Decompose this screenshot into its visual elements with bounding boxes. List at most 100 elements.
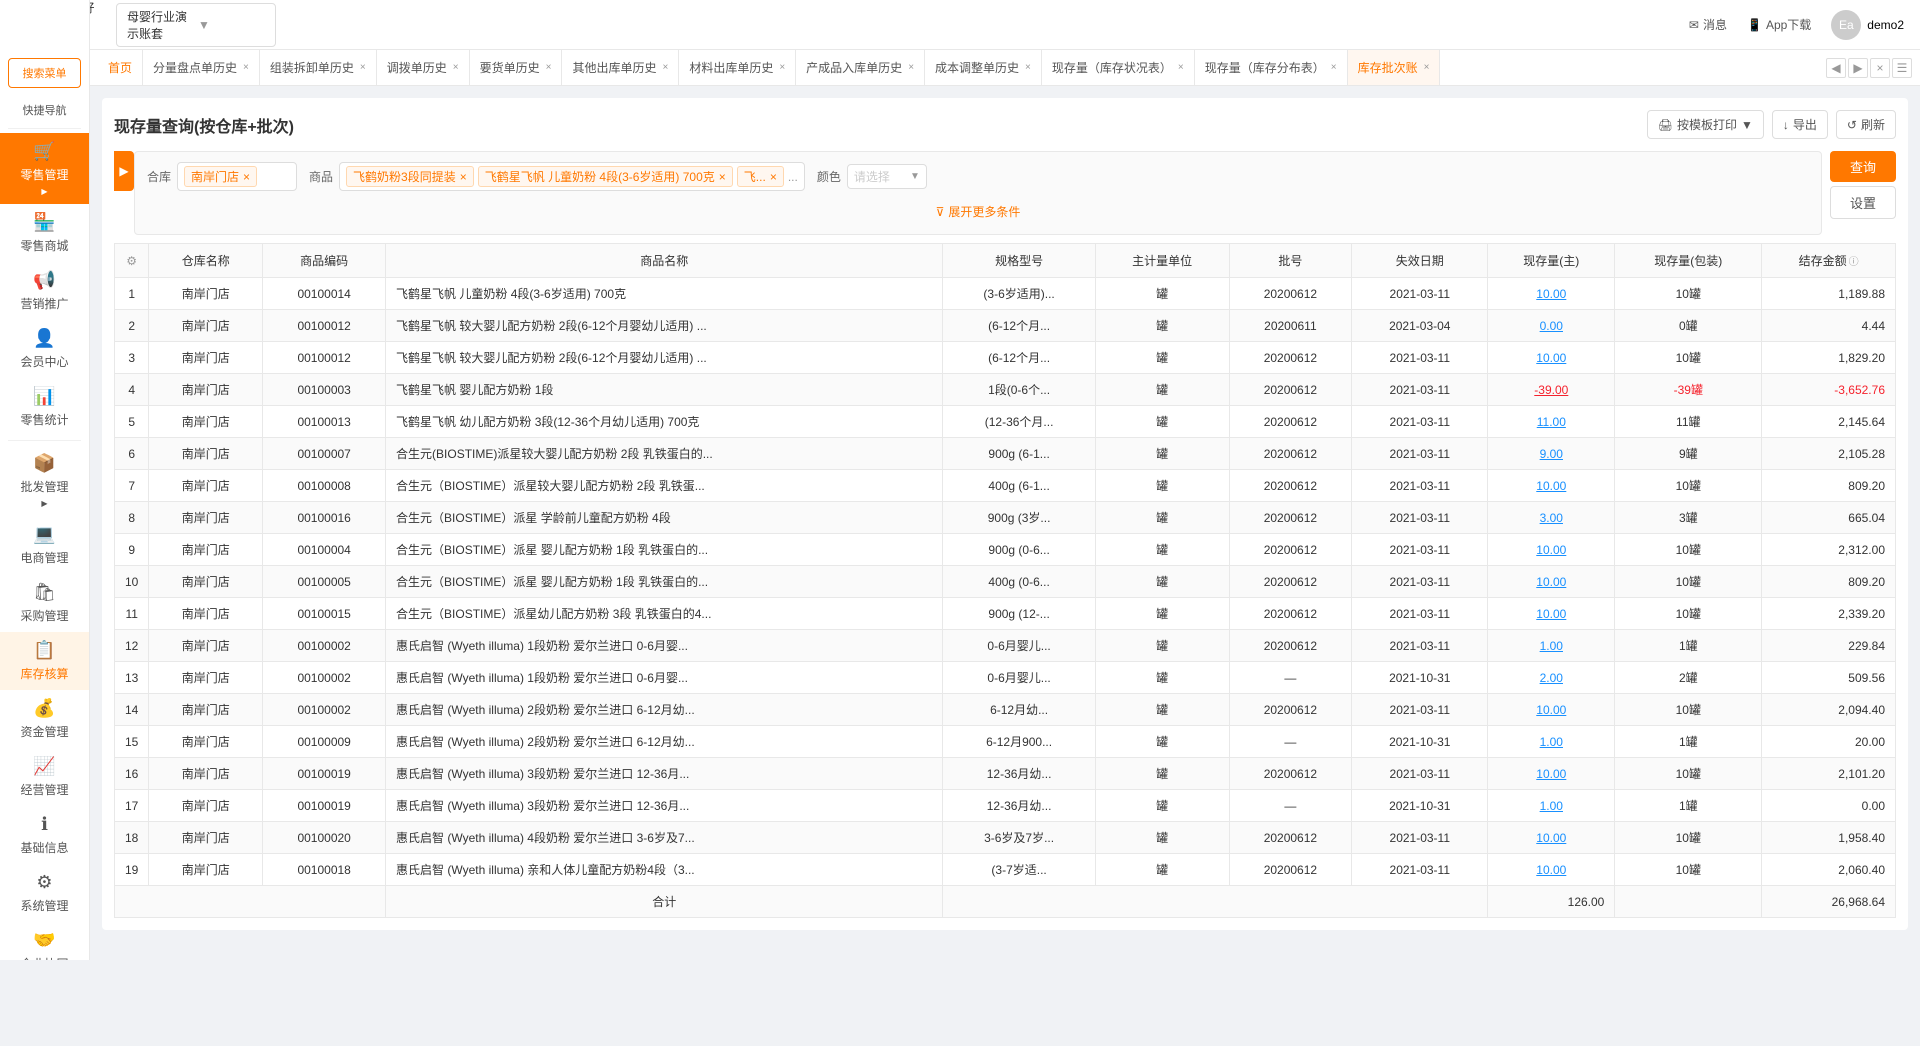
row-qty-main[interactable]: 10.00 — [1488, 566, 1615, 598]
close-icon[interactable]: × — [1424, 62, 1430, 73]
remove-product-tag-2-btn[interactable]: × — [719, 170, 726, 184]
tab-xiancunliang1[interactable]: 现存量（库存状况表） × — [1042, 50, 1195, 86]
product-tag-3[interactable]: 飞... × — [737, 166, 784, 187]
quick-nav-label[interactable]: 快捷导航 — [0, 96, 89, 124]
account-dropdown[interactable]: 母婴行业演示账套 ▼ — [116, 3, 276, 47]
print-btn[interactable]: 🖨 按模板打印 ▼ — [1647, 110, 1764, 139]
row-expiry: 2021-10-31 — [1352, 662, 1488, 694]
product-more-icon[interactable]: ... — [788, 170, 798, 184]
row-qty-main[interactable]: 10.00 — [1488, 758, 1615, 790]
balance-info-icon[interactable]: ⓘ — [1849, 257, 1859, 268]
sidebar-item-basic[interactable]: ℹ 基础信息 — [0, 806, 89, 864]
row-name: 飞鹤星飞帆 幼儿配方奶粉 3段(12-36个月幼儿适用) 700克 — [386, 406, 943, 438]
row-qty-main[interactable]: 1.00 — [1488, 726, 1615, 758]
row-qty-main[interactable]: 10.00 — [1488, 278, 1615, 310]
row-qty-main[interactable]: 10.00 — [1488, 470, 1615, 502]
sidebar-item-operation[interactable]: 📈 经营管理 — [0, 748, 89, 806]
row-qty-main[interactable]: 1.00 — [1488, 790, 1615, 822]
search-menu-btn[interactable]: 搜索菜单 — [8, 58, 81, 88]
close-icon[interactable]: × — [662, 62, 668, 73]
product-tag-container[interactable]: 飞鹤奶粉3段同提装 × 飞鹤星飞帆 儿童奶粉 4段(3-6岁适用) 700克 ×… — [339, 162, 805, 191]
close-icon[interactable]: × — [908, 62, 914, 73]
row-index: 4 — [115, 374, 149, 406]
sidebar-item-inventory[interactable]: 📋 库存核算 — [0, 632, 89, 690]
row-code: 00100002 — [263, 662, 386, 694]
product-tag-2[interactable]: 飞鹤星飞帆 儿童奶粉 4段(3-6岁适用) 700克 × — [478, 166, 733, 187]
purchase-icon: 🛍 — [33, 582, 56, 603]
row-qty-main[interactable]: 0.00 — [1488, 310, 1615, 342]
close-icon[interactable]: × — [1025, 62, 1031, 73]
expand-more-btn[interactable]: ⊽ 展开更多条件 — [147, 199, 1809, 224]
sidebar-item-marketing[interactable]: 📢 营销推广 — [0, 262, 89, 320]
row-warehouse: 南岸门店 — [149, 342, 263, 374]
app-download-btn[interactable]: 📱 App下载 — [1747, 16, 1811, 33]
row-qty-main[interactable]: 2.00 — [1488, 662, 1615, 694]
tab-diaobao[interactable]: 调拨单历史 × — [377, 50, 470, 86]
sidebar-item-ecommerce[interactable]: 💻 电商管理 — [0, 516, 89, 574]
tab-menu-btn[interactable]: ☰ — [1892, 58, 1912, 78]
sidebar-item-retail-shop[interactable]: 🏪 零售商城 — [0, 204, 89, 262]
row-qty-main[interactable]: -39.00 — [1488, 374, 1615, 406]
user-info[interactable]: Ea demo2 — [1831, 10, 1904, 40]
close-icon[interactable]: × — [453, 62, 459, 73]
close-icon[interactable]: × — [360, 62, 366, 73]
row-qty-main[interactable]: 10.00 — [1488, 822, 1615, 854]
tab-close-btn[interactable]: × — [1870, 58, 1890, 78]
export-btn[interactable]: ↓ 导出 — [1772, 110, 1828, 139]
close-icon[interactable]: × — [779, 62, 785, 73]
sidebar-item-member[interactable]: 👤 会员中心 — [0, 320, 89, 378]
remove-product-tag-3-btn[interactable]: × — [770, 170, 777, 184]
sidebar-item-retail[interactable]: 🛒 零售管理 ▶ — [0, 133, 89, 204]
tab-qitachuku[interactable]: 其他出库单历史 × — [562, 50, 679, 86]
row-qty-main[interactable]: 11.00 — [1488, 406, 1615, 438]
tab-prev-btn[interactable]: ◀ — [1826, 58, 1846, 78]
warehouse-filter: 合库 南岸门店 × — [147, 162, 297, 191]
row-code: 00100002 — [263, 694, 386, 726]
row-name: 合生元(BIOSTIME)派星较大婴儿配方奶粉 2段 乳铁蛋白的... — [386, 438, 943, 470]
close-icon[interactable]: × — [546, 62, 552, 73]
settings-icon[interactable]: ⚙ — [126, 254, 137, 268]
tab-kucun-pici[interactable]: 库存批次账 × — [1348, 50, 1441, 86]
tab-xiancunliang2[interactable]: 现存量（库存分布表） × — [1195, 50, 1348, 86]
tab-chengben[interactable]: 成本调整单历史 × — [925, 50, 1042, 86]
tab-chanpin[interactable]: 产成品入库单历史 × — [796, 50, 925, 86]
row-qty-main[interactable]: 10.00 — [1488, 694, 1615, 726]
tab-next-btn[interactable]: ▶ — [1848, 58, 1868, 78]
remove-product-tag-1-btn[interactable]: × — [460, 170, 467, 184]
row-qty-main[interactable]: 9.00 — [1488, 438, 1615, 470]
filter-toggle-btn[interactable]: ▶ — [114, 151, 134, 191]
tab-fenliang[interactable]: 分量盘点单历史 × — [143, 50, 260, 86]
row-qty-main[interactable]: 3.00 — [1488, 502, 1615, 534]
sidebar-item-system[interactable]: ⚙ 系统管理 — [0, 864, 89, 922]
close-icon[interactable]: × — [1331, 62, 1337, 73]
tab-zuzhuang[interactable]: 组装拆卸单历史 × — [260, 50, 377, 86]
row-batch: 20200612 — [1229, 566, 1352, 598]
query-btn[interactable]: 查询 — [1830, 151, 1896, 182]
message-btn[interactable]: ✉ 消息 — [1689, 16, 1727, 33]
sidebar-item-enterprise[interactable]: 🤝 企业协同 — [0, 922, 89, 960]
remove-warehouse-tag-btn[interactable]: × — [243, 170, 250, 184]
sidebar-item-wholesale[interactable]: 📦 批发管理 ▶ — [0, 445, 89, 516]
warehouse-tag-container[interactable]: 南岸门店 × — [177, 162, 297, 191]
col-settings[interactable]: ⚙ — [115, 244, 149, 278]
row-qty-main[interactable]: 10.00 — [1488, 534, 1615, 566]
close-icon[interactable]: × — [243, 62, 249, 73]
row-qty-main[interactable]: 10.00 — [1488, 854, 1615, 886]
sidebar-item-retail-stats[interactable]: 📊 零售统计 — [0, 378, 89, 436]
row-qty-main[interactable]: 10.00 — [1488, 342, 1615, 374]
sidebar-item-purchase[interactable]: 🛍 采购管理 — [0, 574, 89, 632]
row-qty-main[interactable]: 1.00 — [1488, 630, 1615, 662]
tab-cailiao[interactable]: 材料出库单历史 × — [679, 50, 796, 86]
tab-home[interactable]: 首页 — [98, 50, 143, 86]
table-row: 19 南岸门店 00100018 惠氏启智 (Wyeth illuma) 亲和人… — [115, 854, 1896, 886]
table-row: 9 南岸门店 00100004 合生元（BIOSTIME）派星 婴儿配方奶粉 1… — [115, 534, 1896, 566]
refresh-btn[interactable]: ↺ 刷新 — [1836, 110, 1896, 139]
warehouse-tag[interactable]: 南岸门店 × — [184, 166, 257, 187]
close-icon[interactable]: × — [1178, 62, 1184, 73]
settings-btn[interactable]: 设置 — [1830, 186, 1896, 219]
color-filter-container[interactable]: 请选择 ▼ — [847, 164, 927, 189]
product-tag-1[interactable]: 飞鹤奶粉3段同提装 × — [346, 166, 474, 187]
sidebar-item-finance[interactable]: 💰 资金管理 — [0, 690, 89, 748]
row-qty-main[interactable]: 10.00 — [1488, 598, 1615, 630]
tab-yaohuo[interactable]: 要货单历史 × — [470, 50, 563, 86]
